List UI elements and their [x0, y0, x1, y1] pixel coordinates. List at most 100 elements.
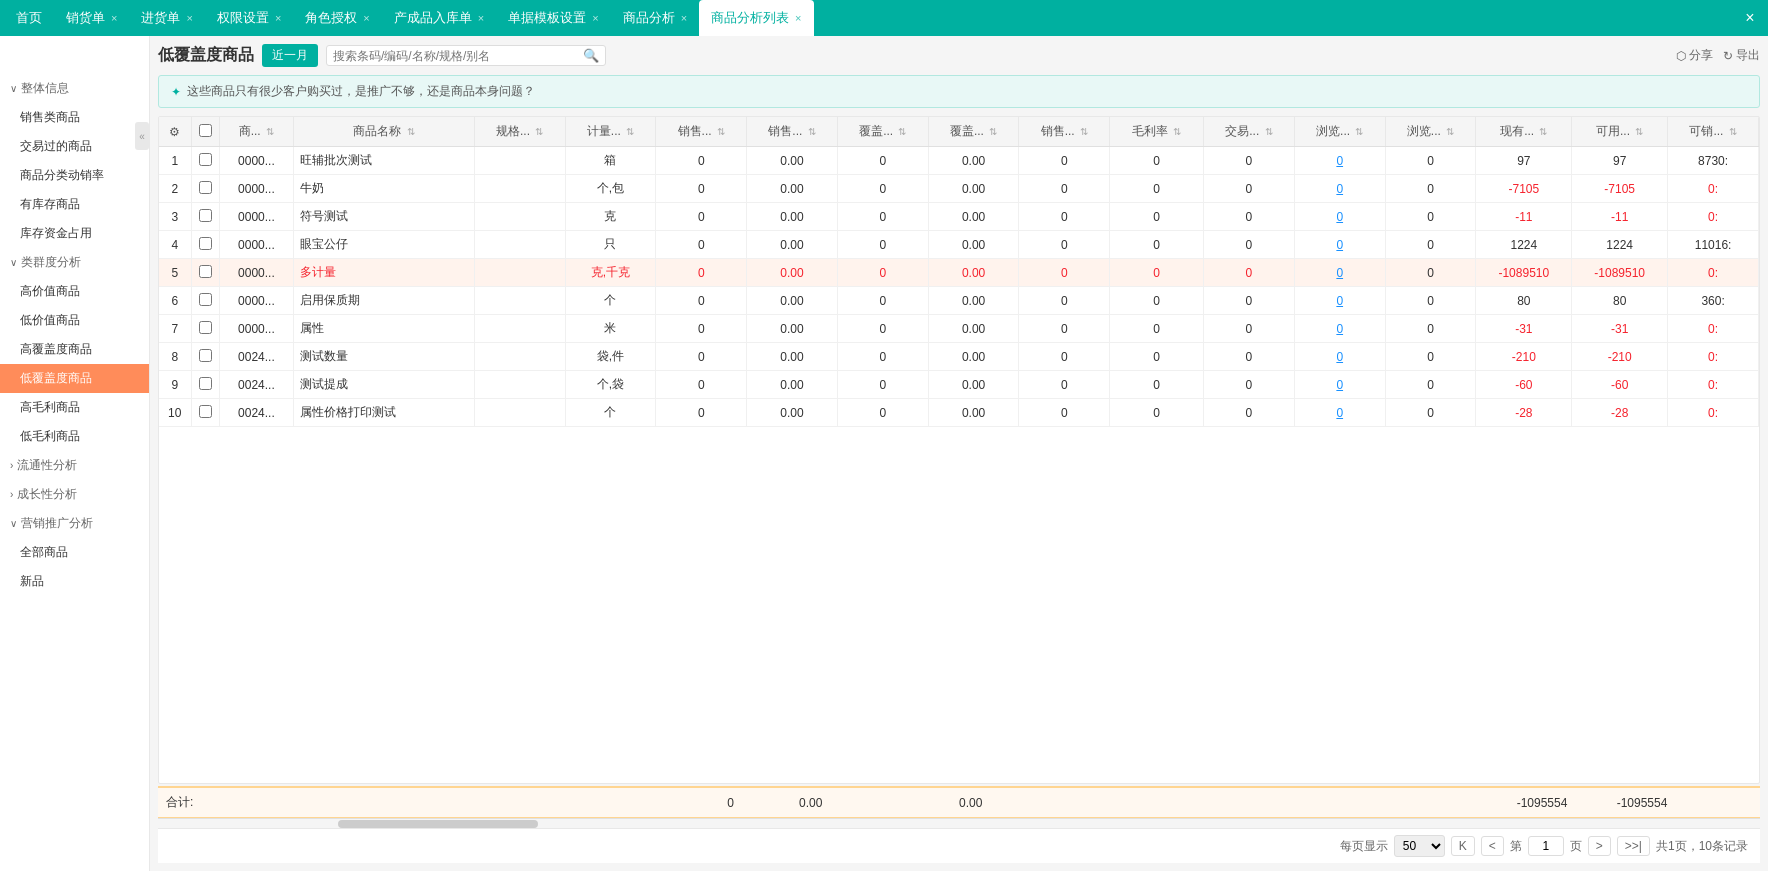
sidebar-section-growth[interactable]: › 成长性分析	[0, 480, 149, 509]
col-spec[interactable]: 规格... ⇅	[474, 117, 565, 147]
cell-name[interactable]: 眼宝公仔	[294, 231, 475, 259]
nav-tab-template[interactable]: 单据模板设置 ×	[496, 0, 610, 36]
cell-name[interactable]: 属性	[294, 315, 475, 343]
col-sales-amt[interactable]: 销售... ⇅	[747, 117, 838, 147]
cell-browse1[interactable]: 0	[1294, 175, 1385, 203]
cell-checkbox[interactable]	[191, 343, 219, 371]
cell-checkbox[interactable]	[191, 231, 219, 259]
close-icon[interactable]: ×	[275, 12, 281, 24]
nav-tab-permission[interactable]: 权限设置 ×	[205, 0, 293, 36]
prev-page-button[interactable]: <	[1481, 836, 1504, 856]
export-button[interactable]: ↻ 导出	[1723, 47, 1760, 64]
select-all-checkbox[interactable]	[199, 124, 212, 137]
page-number-input[interactable]	[1528, 836, 1564, 856]
sidebar-item-sales-goods[interactable]: 销售类商品	[0, 103, 149, 132]
sidebar-item-category-rate[interactable]: 商品分类动销率	[0, 161, 149, 190]
browse-link[interactable]: 0	[1336, 182, 1343, 196]
col-browse1[interactable]: 浏览... ⇅	[1294, 117, 1385, 147]
horizontal-scrollbar[interactable]	[158, 818, 1760, 828]
cell-browse1[interactable]: 0	[1294, 203, 1385, 231]
cell-checkbox[interactable]	[191, 147, 219, 175]
close-icon[interactable]: ×	[111, 12, 117, 24]
col-browse2[interactable]: 浏览... ⇅	[1385, 117, 1476, 147]
nav-tab-product[interactable]: 产成品入库单 ×	[382, 0, 496, 36]
col-saleable[interactable]: 可销... ⇅	[1668, 117, 1759, 147]
cell-browse1[interactable]: 0	[1294, 315, 1385, 343]
nav-tab-purchase[interactable]: 进货单 ×	[129, 0, 204, 36]
col-code[interactable]: 商... ⇅	[219, 117, 294, 147]
close-icon[interactable]: ×	[478, 12, 484, 24]
sidebar-item-new-goods[interactable]: 新品	[0, 567, 149, 596]
nav-tab-analysis-list[interactable]: 商品分析列表 ×	[699, 0, 813, 36]
next-page-button[interactable]: >	[1588, 836, 1611, 856]
last-page-button[interactable]: >>|	[1617, 836, 1650, 856]
share-button[interactable]: ⬡ 分享	[1676, 47, 1713, 64]
sidebar-item-in-stock[interactable]: 有库存商品	[0, 190, 149, 219]
col-coverage2[interactable]: 覆盖... ⇅	[928, 117, 1019, 147]
col-unit[interactable]: 计量... ⇅	[565, 117, 656, 147]
cell-name[interactable]: 牛奶	[294, 175, 475, 203]
col-settings[interactable]: ⚙	[159, 117, 191, 147]
nav-tab-analysis[interactable]: 商品分析 ×	[611, 0, 699, 36]
cell-checkbox[interactable]	[191, 203, 219, 231]
cell-browse1[interactable]: 0	[1294, 399, 1385, 427]
row-checkbox[interactable]	[199, 237, 212, 250]
cell-name[interactable]: 符号测试	[294, 203, 475, 231]
sidebar-item-low-margin[interactable]: 低毛利商品	[0, 422, 149, 451]
cell-checkbox[interactable]	[191, 287, 219, 315]
cell-checkbox[interactable]	[191, 371, 219, 399]
close-icon[interactable]: ×	[186, 12, 192, 24]
cell-name[interactable]: 旺辅批次测试	[294, 147, 475, 175]
sidebar-item-stock-capital[interactable]: 库存资金占用	[0, 219, 149, 248]
col-name[interactable]: 商品名称 ⇅	[294, 117, 475, 147]
cell-checkbox[interactable]	[191, 315, 219, 343]
close-icon[interactable]: ×	[592, 12, 598, 24]
sidebar-item-high-value[interactable]: 高价值商品	[0, 277, 149, 306]
sidebar-item-low-coverage[interactable]: 低覆盖度商品	[0, 364, 149, 393]
scrollbar-thumb[interactable]	[338, 820, 538, 828]
cell-checkbox[interactable]	[191, 259, 219, 287]
first-page-button[interactable]: K	[1451, 836, 1475, 856]
cell-checkbox[interactable]	[191, 399, 219, 427]
browse-link[interactable]: 0	[1336, 350, 1343, 364]
row-checkbox[interactable]	[199, 377, 212, 390]
sidebar-section-overall[interactable]: ∨ 整体信息	[0, 74, 149, 103]
cell-browse1[interactable]: 0	[1294, 259, 1385, 287]
browse-link[interactable]: 0	[1336, 238, 1343, 252]
sidebar-section-group[interactable]: ∨ 类群度分析	[0, 248, 149, 277]
cell-browse1[interactable]: 0	[1294, 287, 1385, 315]
nav-tab-sales[interactable]: 销货单 ×	[54, 0, 129, 36]
sidebar-item-high-margin[interactable]: 高毛利商品	[0, 393, 149, 422]
row-checkbox[interactable]	[199, 349, 212, 362]
col-sales3[interactable]: 销售... ⇅	[1019, 117, 1110, 147]
row-checkbox[interactable]	[199, 405, 212, 418]
browse-link[interactable]: 0	[1336, 266, 1343, 280]
cell-name[interactable]: 测试提成	[294, 371, 475, 399]
browse-link[interactable]: 0	[1336, 322, 1343, 336]
cell-browse1[interactable]: 0	[1294, 231, 1385, 259]
sidebar-section-marketing[interactable]: ∨ 营销推广分析	[0, 509, 149, 538]
close-icon[interactable]: ×	[363, 12, 369, 24]
page-size-select[interactable]: 50 100 200	[1394, 835, 1445, 857]
nav-tab-role[interactable]: 角色授权 ×	[293, 0, 381, 36]
cell-browse1[interactable]: 0	[1294, 371, 1385, 399]
sidebar-section-circulation[interactable]: › 流通性分析	[0, 451, 149, 480]
cell-browse1[interactable]: 0	[1294, 147, 1385, 175]
col-gross-margin[interactable]: 毛利率 ⇅	[1110, 117, 1204, 147]
row-checkbox[interactable]	[199, 293, 212, 306]
sidebar-collapse-button[interactable]: «	[135, 122, 149, 150]
col-trade[interactable]: 交易... ⇅	[1204, 117, 1295, 147]
sidebar-item-all-goods[interactable]: 全部商品	[0, 538, 149, 567]
close-icon[interactable]: ×	[681, 12, 687, 24]
col-available[interactable]: 可用... ⇅	[1572, 117, 1668, 147]
nav-tab-home[interactable]: 首页	[4, 0, 54, 36]
date-filter-button[interactable]: 近一月	[262, 44, 318, 67]
row-checkbox[interactable]	[199, 265, 212, 278]
col-current[interactable]: 现有... ⇅	[1476, 117, 1572, 147]
row-checkbox[interactable]	[199, 181, 212, 194]
close-icon[interactable]: ×	[795, 12, 801, 24]
cell-name[interactable]: 属性价格打印测试	[294, 399, 475, 427]
cell-name[interactable]: 多计量	[294, 259, 475, 287]
row-checkbox[interactable]	[199, 153, 212, 166]
sidebar-item-low-value[interactable]: 低价值商品	[0, 306, 149, 335]
